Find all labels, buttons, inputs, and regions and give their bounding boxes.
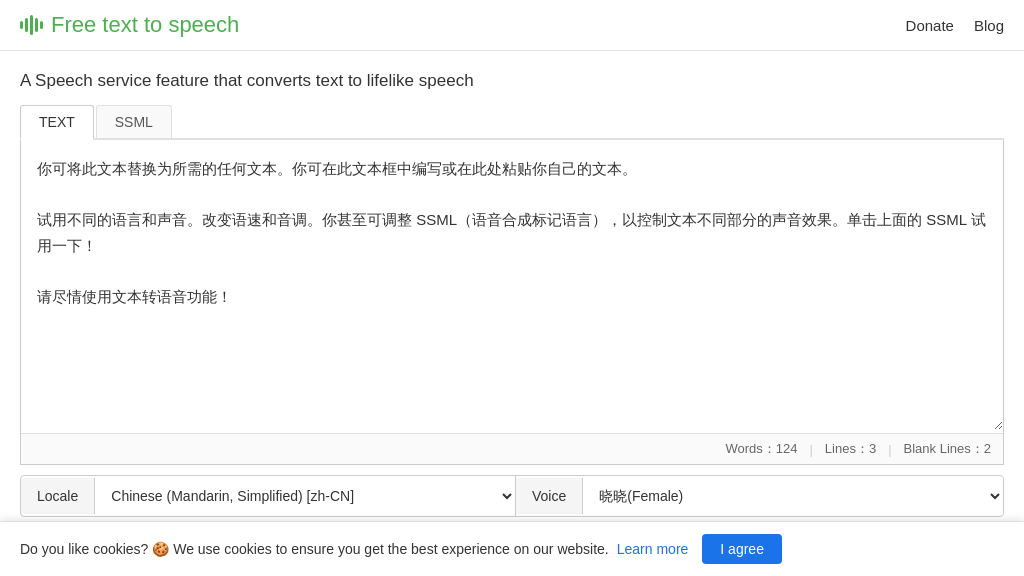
voice-select[interactable]: 晓晓(Female)云希(Male)云扬(Male) xyxy=(583,477,1003,515)
logo-icon xyxy=(20,15,43,35)
cookie-banner: Do you like cookies? 🍪 We use cookies to… xyxy=(0,521,1024,527)
stat-divider-1: | xyxy=(809,442,812,457)
stat-divider-2: | xyxy=(888,442,891,457)
words-stat: Words：124 xyxy=(725,440,797,458)
main-content: A Speech service feature that converts t… xyxy=(0,51,1024,527)
donate-link[interactable]: Donate xyxy=(906,17,954,34)
controls-bar: Locale Chinese (Mandarin, Simplified) [z… xyxy=(20,475,1004,517)
tab-ssml[interactable]: SSML xyxy=(96,105,172,138)
locale-select[interactable]: Chinese (Mandarin, Simplified) [zh-CN]En… xyxy=(95,477,515,515)
textarea-container: Words：124 | Lines：3 | Blank Lines：2 xyxy=(20,140,1004,465)
text-input[interactable] xyxy=(21,140,1003,430)
blog-link[interactable]: Blog xyxy=(974,17,1004,34)
locale-label: Locale xyxy=(21,478,95,514)
page-subtitle: A Speech service feature that converts t… xyxy=(20,71,1004,91)
voice-label: Voice xyxy=(516,478,583,514)
tab-bar: TEXT SSML xyxy=(20,105,1004,140)
header-nav: Donate Blog xyxy=(906,17,1004,34)
logo-area: Free text to speech xyxy=(20,12,239,38)
tab-text[interactable]: TEXT xyxy=(20,105,94,140)
textarea-footer: Words：124 | Lines：3 | Blank Lines：2 xyxy=(21,433,1003,464)
blank-lines-stat: Blank Lines：2 xyxy=(904,440,991,458)
lines-stat: Lines：3 xyxy=(825,440,876,458)
logo-text: Free text to speech xyxy=(51,12,239,38)
header: Free text to speech Donate Blog xyxy=(0,0,1024,51)
